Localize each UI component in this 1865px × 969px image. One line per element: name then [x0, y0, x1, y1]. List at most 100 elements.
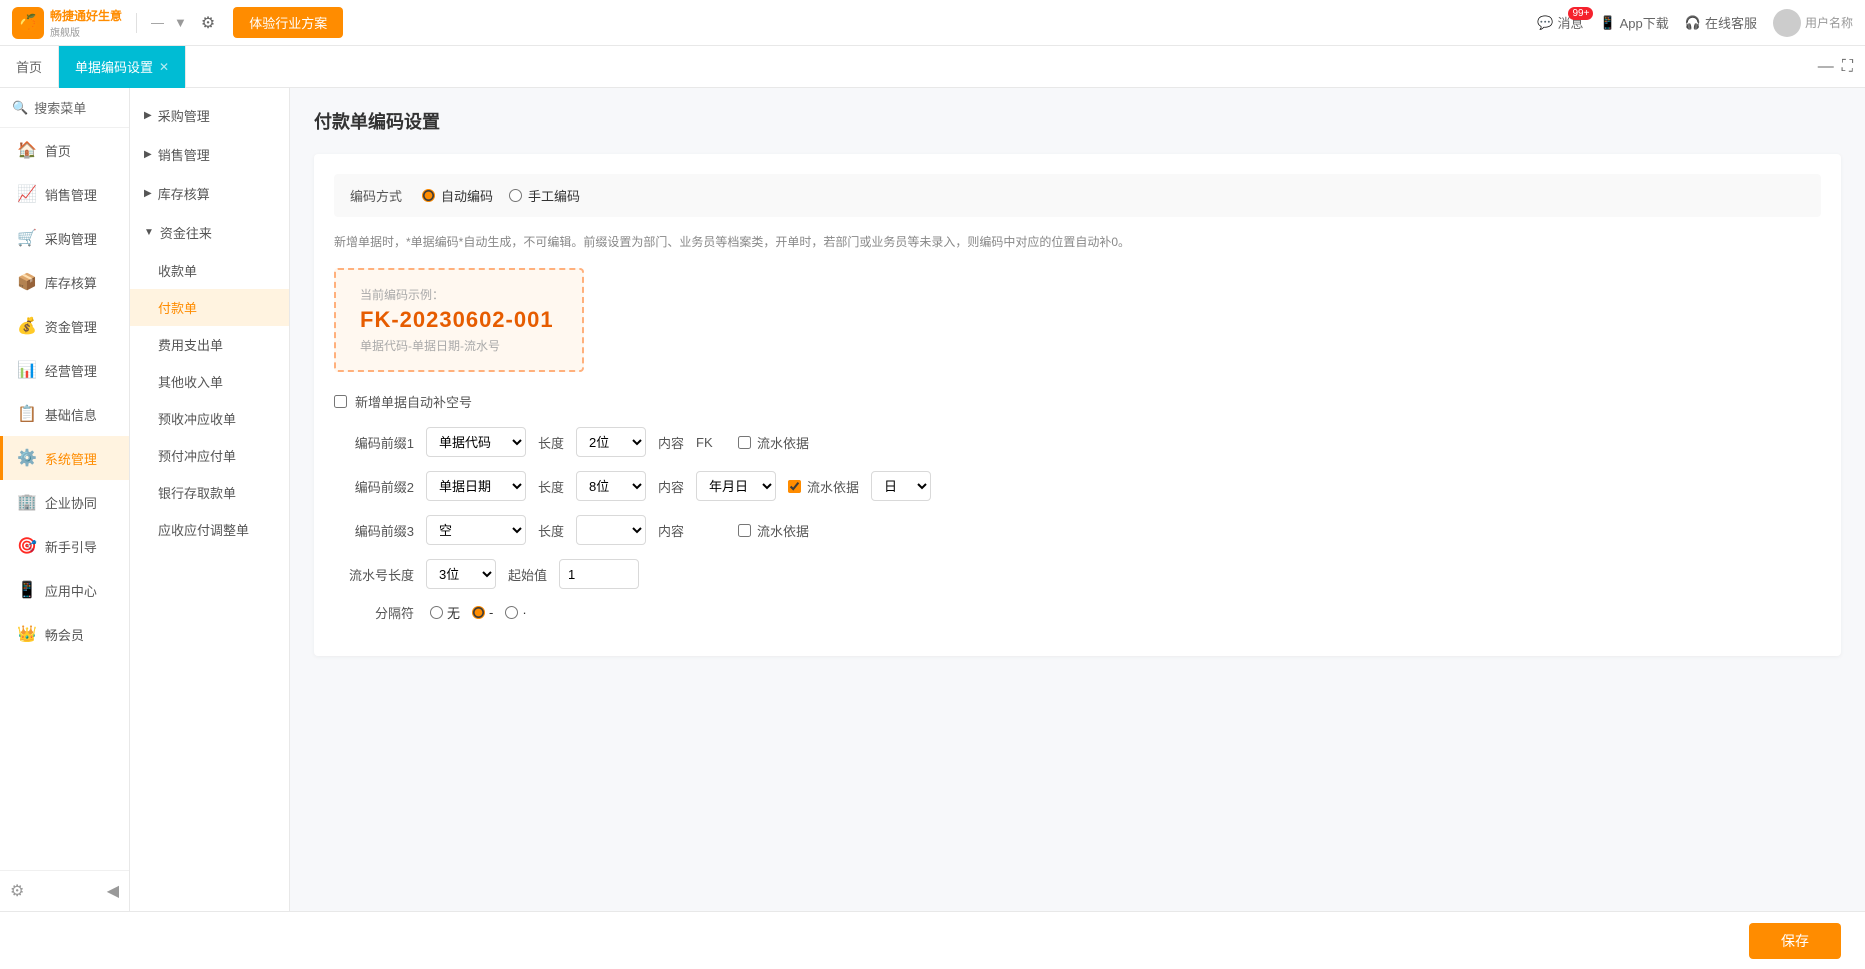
prefix2-label: 编码前缀2 — [334, 477, 414, 496]
serial2-checkbox-group: 流水依据 — [788, 477, 859, 496]
sidebar-item-sales[interactable]: 📈 销售管理 — [0, 172, 129, 216]
fund-icon: 💰 — [17, 316, 37, 336]
encode-method-row: 编码方式 自动编码 手工编码 — [334, 174, 1821, 217]
auto-encode-radio-input[interactable] — [422, 189, 435, 202]
prefix2-select[interactable]: 单据代码 单据日期 部门 业务员 空 — [426, 471, 526, 501]
app-download-button[interactable]: 📱 App下载 — [1599, 13, 1668, 32]
preview-box: 当前编码示例： FK-20230602-001 单据代码-单据日期-流水号 — [334, 268, 584, 372]
logo-text: 畅捷通好生意 旗舰版 — [50, 7, 122, 39]
sub-menu-header-purchase[interactable]: ▶ 采购管理 — [130, 96, 289, 135]
serial1-label: 流水依据 — [757, 433, 809, 452]
chevron-down-icon2: ▼ — [144, 227, 154, 238]
user-avatar[interactable]: 用户名称 — [1773, 9, 1853, 37]
sub-menu-item-expense[interactable]: 费用支出单 — [130, 326, 289, 363]
sub-menu-item-receivable-payable[interactable]: 应收应付调整单 — [130, 511, 289, 548]
maximize-icon[interactable]: ⛶ — [1842, 58, 1853, 76]
prefix1-row: 编码前缀1 单据代码 单据日期 部门 业务员 空 长度 2位 4位 6位 — [334, 427, 1821, 457]
sidebar-item-appcenter[interactable]: 📱 应用中心 — [0, 568, 129, 612]
sep-none-radio-input[interactable] — [430, 606, 443, 619]
serial2-checkbox[interactable] — [788, 480, 801, 493]
avatar — [1773, 9, 1801, 37]
sidebar-item-inventory[interactable]: 📦 库存核算 — [0, 260, 129, 304]
serial1-checkbox[interactable] — [738, 436, 751, 449]
serial2-day-select[interactable]: 日 月 年 — [871, 471, 931, 501]
sub-menu-item-receipt[interactable]: 收款单 — [130, 252, 289, 289]
operation-icon: 📊 — [17, 360, 37, 380]
message-icon: 💬 — [1537, 15, 1553, 31]
sep-dot-radio-input[interactable] — [505, 606, 518, 619]
manual-encode-radio-input[interactable] — [509, 189, 522, 202]
separator-options: 无 - · — [430, 603, 527, 622]
message-button[interactable]: 💬 消息 99+ — [1537, 13, 1583, 32]
service-icon: 🎧 — [1685, 15, 1701, 31]
sub-menu-item-pre-receivable[interactable]: 预收冲应收单 — [130, 400, 289, 437]
auto-encode-radio[interactable]: 自动编码 — [422, 186, 493, 205]
manual-encode-radio[interactable]: 手工编码 — [509, 186, 580, 205]
sub-menu-header-capital[interactable]: ▼ 资金往来 — [130, 213, 289, 252]
sub-menu-capital: ▼ 资金往来 收款单 付款单 费用支出单 其他收入单 预收冲应收单 预付冲应付单… — [130, 213, 289, 548]
main-layout: 🔍 搜索菜单 🏠 首页 📈 销售管理 🛒 采购管理 📦 库存核算 💰 — [0, 88, 1865, 911]
start-value-input[interactable] — [559, 559, 639, 589]
sub-menu-item-pre-payable[interactable]: 预付冲应付单 — [130, 437, 289, 474]
auto-fill-checkbox[interactable] — [334, 395, 347, 408]
sidebar-item-fund[interactable]: 💰 资金管理 — [0, 304, 129, 348]
sidebar-item-operation[interactable]: 📊 经营管理 — [0, 348, 129, 392]
serial1-checkbox-group: 流水依据 — [738, 433, 809, 452]
sidebar-item-enterprise[interactable]: 🏢 企业协同 — [0, 480, 129, 524]
sep-dot-radio[interactable]: · — [505, 605, 526, 620]
sub-menu-header-sales[interactable]: ▶ 销售管理 — [130, 135, 289, 174]
system-icon: ⚙️ — [17, 448, 37, 468]
length2-select[interactable]: 2位 4位 6位 8位 — [576, 471, 646, 501]
encode-method-label: 编码方式 — [350, 186, 402, 205]
sidebar-menu: 🏠 首页 📈 销售管理 🛒 采购管理 📦 库存核算 💰 资金管理 📊 经 — [0, 128, 129, 870]
prefix3-select[interactable]: 单据代码 单据日期 部门 业务员 空 — [426, 515, 526, 545]
sidebar-item-purchase[interactable]: 🛒 采购管理 — [0, 216, 129, 260]
sub-menu-item-bank-deposit[interactable]: 银行存取款单 — [130, 474, 289, 511]
online-service-button[interactable]: 🎧 在线客服 — [1685, 13, 1757, 32]
sep-dash-radio[interactable]: - — [472, 605, 493, 620]
settings-icon[interactable]: ⚙ — [10, 881, 24, 901]
chevron-down-icon[interactable]: ▼ — [174, 15, 187, 30]
length3-select[interactable]: 2位 4位 — [576, 515, 646, 545]
tab-home[interactable]: 首页 — [0, 46, 59, 88]
preview-label: 当前编码示例： — [360, 286, 558, 303]
sep-dash-radio-input[interactable] — [472, 606, 485, 619]
prefix1-select[interactable]: 单据代码 单据日期 部门 业务员 空 — [426, 427, 526, 457]
topbar: 🍊 畅捷通好生意 旗舰版 — ▼ ⚙ 体验行业方案 💬 消息 99+ 📱 App… — [0, 0, 1865, 46]
serial2-label: 流水依据 — [807, 477, 859, 496]
serial-length-select[interactable]: 2位 3位 4位 5位 6位 — [426, 559, 496, 589]
save-button[interactable]: 保存 — [1749, 923, 1841, 959]
tab-encode-setting[interactable]: 单据编码设置 ✕ — [59, 46, 186, 88]
length2-label: 长度 — [538, 477, 564, 496]
logo-icon: 🍊 — [12, 7, 44, 39]
serial3-checkbox[interactable] — [738, 524, 751, 537]
chevron-right-icon: ▶ — [144, 110, 152, 121]
serial3-checkbox-group: 流水依据 — [738, 521, 809, 540]
gear-icon[interactable]: ⚙ — [201, 13, 215, 33]
inner-sidebar: ▶ 采购管理 ▶ 销售管理 ▶ 库存核算 ▼ 资金往来 — [130, 88, 290, 911]
sidebar-item-newguide[interactable]: 🎯 新手引导 — [0, 524, 129, 568]
content3-label: 内容 — [658, 521, 684, 540]
sidebar-item-member[interactable]: 👑 畅会员 — [0, 612, 129, 656]
sub-menu-item-payment[interactable]: 付款单 — [130, 289, 289, 326]
tab-close-icon[interactable]: ✕ — [159, 60, 169, 74]
sub-menu-header-inventory[interactable]: ▶ 库存核算 — [130, 174, 289, 213]
sidebar-item-system[interactable]: ⚙️ 系统管理 — [0, 436, 129, 480]
length1-select[interactable]: 2位 4位 6位 8位 — [576, 427, 646, 457]
chevron-right-icon3: ▶ — [144, 188, 152, 199]
minimize-icon[interactable]: — — [1818, 58, 1834, 76]
sidebar-item-basic[interactable]: 📋 基础信息 — [0, 392, 129, 436]
sep-none-radio[interactable]: 无 — [430, 603, 460, 622]
home-icon: 🏠 — [17, 140, 37, 160]
collapse-icon[interactable]: ◀ — [107, 881, 119, 901]
content2-select[interactable]: 年月日 年月 年 月日 — [696, 471, 776, 501]
settings-card: 编码方式 自动编码 手工编码 — [314, 154, 1841, 656]
sales-icon: 📈 — [17, 184, 37, 204]
experience-button[interactable]: 体验行业方案 — [233, 7, 343, 38]
length1-label: 长度 — [538, 433, 564, 452]
sidebar-item-home[interactable]: 🏠 首页 — [0, 128, 129, 172]
sidebar-search[interactable]: 🔍 搜索菜单 — [0, 88, 129, 128]
sub-menu-item-other-income[interactable]: 其他收入单 — [130, 363, 289, 400]
topbar-breadcrumb: — — [151, 15, 164, 30]
page-content: 付款单编码设置 编码方式 自动编码 手工编码 — [290, 88, 1865, 676]
